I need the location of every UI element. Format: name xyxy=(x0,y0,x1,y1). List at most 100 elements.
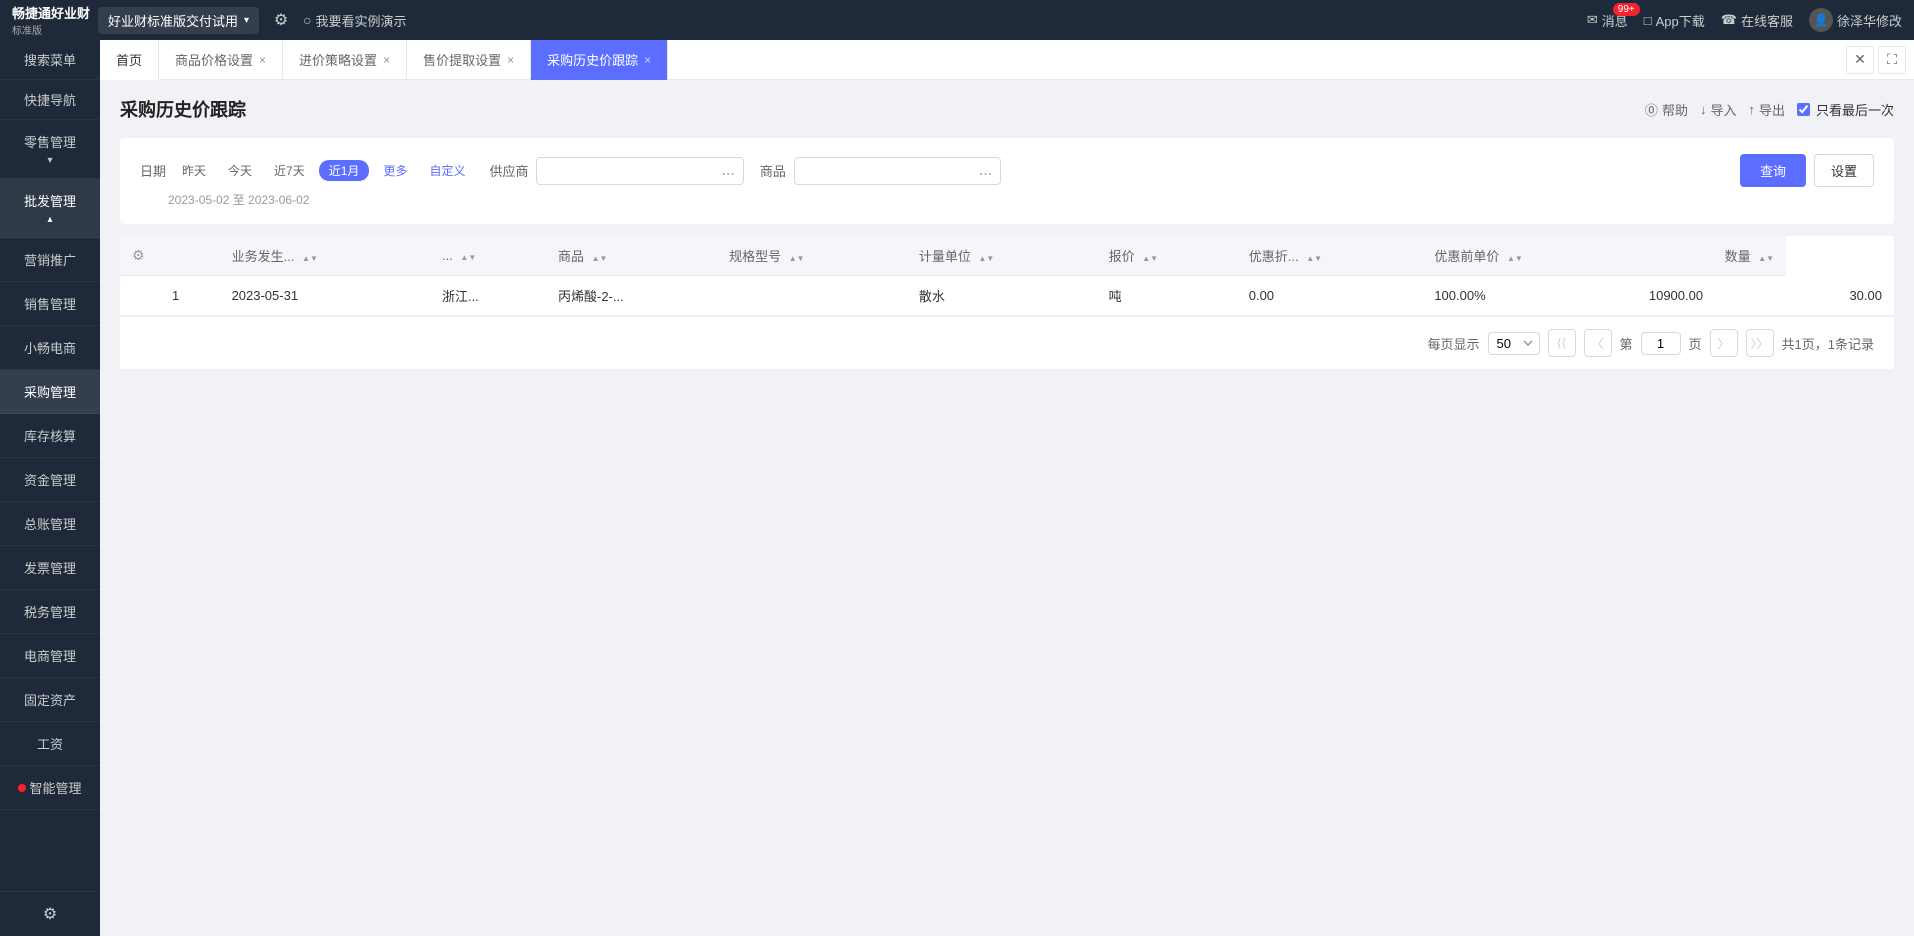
cell-extra: 浙江... xyxy=(430,276,546,316)
first-page-button[interactable]: ⟨⟨ xyxy=(1548,329,1576,357)
sidebar-gear-icon[interactable]: ⚙ xyxy=(0,891,100,936)
last-only-checkbox-label[interactable]: 只看最后一次 xyxy=(1797,100,1894,119)
supplier-dots-icon[interactable]: ... xyxy=(721,162,734,180)
tab-purchase-strategy[interactable]: 进价策略设置 × xyxy=(283,40,407,80)
cell-index: 1 xyxy=(160,276,220,316)
tab-goods-price-label: 商品价格设置 xyxy=(175,50,253,69)
goods-input[interactable] xyxy=(803,163,979,178)
sidebar-item-sales[interactable]: 销售管理 xyxy=(0,282,100,326)
app-download-button[interactable]: □ App下载 xyxy=(1644,11,1705,30)
sidebar-item-smart[interactable]: 智能管理 xyxy=(0,766,100,810)
sidebar-item-assets[interactable]: 固定资产 xyxy=(0,678,100,722)
data-table: ⚙ 业务发生... ▲▼ ... ▲▼ xyxy=(120,236,1894,316)
online-support-button[interactable]: ☎ 在线客服 xyxy=(1721,11,1793,30)
tab-close-icon[interactable]: × xyxy=(383,53,390,67)
col-header-discount[interactable]: 优惠折... ▲▼ xyxy=(1237,236,1423,276)
sidebar-item-label: 零售管理 xyxy=(24,132,76,151)
sidebar-item-tax[interactable]: 税务管理 xyxy=(0,590,100,634)
import-button[interactable]: ↓ 导入 xyxy=(1700,100,1737,119)
tab-goods-price[interactable]: 商品价格设置 × xyxy=(159,40,283,80)
sidebar-item-retail[interactable]: 零售管理 ▾ xyxy=(0,120,100,179)
col-header-quantity[interactable]: 数量 ▲▼ xyxy=(1637,236,1786,276)
supplier-filter: 供应商 ... xyxy=(489,157,743,185)
col-header-date[interactable]: 业务发生... ▲▼ xyxy=(220,236,430,276)
col-header-price-before[interactable]: 优惠前单价 ▲▼ xyxy=(1422,236,1637,276)
col-header-quote[interactable]: 报价 ▲▼ xyxy=(1097,236,1237,276)
page-size-select[interactable]: 10 20 50 100 xyxy=(1488,332,1540,355)
tab-close-icon[interactable]: × xyxy=(259,53,266,67)
goods-input-wrap[interactable]: ... xyxy=(794,157,1001,185)
date-custom-btn[interactable]: 自定义 xyxy=(421,160,473,181)
user-profile-button[interactable]: 👤 徐泽华修改 xyxy=(1809,8,1902,32)
sidebar-item-ledger[interactable]: 总账管理 xyxy=(0,502,100,546)
sidebar-item-invoice[interactable]: 发票管理 xyxy=(0,546,100,590)
avatar: 👤 xyxy=(1809,8,1833,32)
chevron-down-icon: ▾ xyxy=(47,155,52,166)
version-selector[interactable]: 好业财标准版交付试用 ▾ xyxy=(98,7,259,34)
goods-dots-icon[interactable]: ... xyxy=(979,162,992,180)
sidebar-item-label: 库存核算 xyxy=(24,426,76,445)
goods-filter: 商品 ... xyxy=(760,157,1001,185)
sidebar-quicknav[interactable]: 快捷导航 xyxy=(0,80,100,120)
page-content: 采购历史价跟踪 ⓪ 帮助 ↓ 导入 ↑ 导出 xyxy=(100,80,1914,936)
sidebar-item-label: 发票管理 xyxy=(24,558,76,577)
sidebar-item-purchase[interactable]: 采购管理 xyxy=(0,370,100,414)
query-button[interactable]: 查询 xyxy=(1740,154,1806,187)
sidebar-item-label: 电商管理 xyxy=(24,646,76,665)
sidebar-item-label: 批发管理 xyxy=(24,191,76,210)
sidebar-item-wholesale[interactable]: 批发管理 ▴ xyxy=(0,179,100,238)
message-button[interactable]: ✉ 消息 99+ xyxy=(1587,11,1628,30)
date-label: 日期 xyxy=(140,161,166,180)
tab-expand-button[interactable]: ⛶ xyxy=(1878,46,1906,74)
sort-icon: ▲▼ xyxy=(789,255,805,263)
next-page-button[interactable]: 〉 xyxy=(1710,329,1738,357)
help-label: 帮助 xyxy=(1662,100,1688,119)
version-selector-text: 好业财标准版交付试用 xyxy=(108,11,238,30)
page-number-input[interactable] xyxy=(1641,332,1681,355)
tab-home[interactable]: 首页 xyxy=(100,40,159,80)
col-header-goods[interactable]: 商品 ▲▼ xyxy=(546,236,717,276)
prev-page-button[interactable]: 〈 xyxy=(1584,329,1612,357)
sidebar-item-label: 小畅电商 xyxy=(24,338,76,357)
last-page-button[interactable]: 〉〉 xyxy=(1746,329,1774,357)
sidebar-item-inventory[interactable]: 库存核算 xyxy=(0,414,100,458)
settings-button[interactable]: 设置 xyxy=(1814,154,1874,187)
tab-close-icon[interactable]: × xyxy=(507,53,514,67)
tab-sale-price[interactable]: 售价提取设置 × xyxy=(407,40,531,80)
export-button[interactable]: ↑ 导出 xyxy=(1748,100,1785,119)
settings-icon[interactable]: ⚙ xyxy=(267,6,295,34)
sidebar-item-label: 固定资产 xyxy=(24,690,76,709)
app-logo: 畅捷通好业财 标准版 xyxy=(12,3,90,37)
date-last1month-btn[interactable]: 近1月 xyxy=(319,160,370,181)
sidebar-search[interactable]: 搜索菜单 xyxy=(0,40,100,80)
supplier-input[interactable] xyxy=(545,163,721,178)
date-filter: 日期 昨天 今天 近7天 近1月 更多 自定义 xyxy=(140,160,473,181)
sidebar-item-marketing[interactable]: 营销推广 xyxy=(0,238,100,282)
col-header-gear: ⚙ xyxy=(120,236,160,276)
date-last7-btn[interactable]: 近7天 xyxy=(266,160,313,181)
last-only-checkbox[interactable] xyxy=(1797,103,1810,116)
tab-close-window-button[interactable]: ✕ xyxy=(1846,46,1874,74)
column-settings-icon[interactable]: ⚙ xyxy=(132,247,145,263)
goods-label: 商品 xyxy=(760,161,786,180)
tab-purchase-history[interactable]: 采购历史价跟踪 × xyxy=(531,40,668,80)
sort-icon: ▲▼ xyxy=(302,255,318,263)
sort-icon: ▲▼ xyxy=(979,255,995,263)
sidebar-item-finance[interactable]: 资金管理 xyxy=(0,458,100,502)
sort-icon: ▲▼ xyxy=(1758,255,1774,263)
sidebar-item-label: 资金管理 xyxy=(24,470,76,489)
sidebar-item-ecommerce[interactable]: 电商管理 xyxy=(0,634,100,678)
col-header-extra[interactable]: ... ▲▼ xyxy=(430,236,546,276)
date-yesterday-btn[interactable]: 昨天 xyxy=(174,160,214,181)
tab-close-icon[interactable]: × xyxy=(644,53,651,67)
demo-button[interactable]: ○ 我要看实例演示 xyxy=(303,11,406,30)
sidebar-item-salary[interactable]: 工资 xyxy=(0,722,100,766)
sidebar-item-ecommerce-small[interactable]: 小畅电商 xyxy=(0,326,100,370)
col-header-spec[interactable]: 规格型号 ▲▼ xyxy=(717,236,907,276)
supplier-input-wrap[interactable]: ... xyxy=(536,157,743,185)
date-more-btn[interactable]: 更多 xyxy=(375,160,415,181)
date-today-btn[interactable]: 今天 xyxy=(220,160,260,181)
help-button[interactable]: ⓪ 帮助 xyxy=(1645,100,1688,119)
col-header-unit[interactable]: 计量单位 ▲▼ xyxy=(907,236,1097,276)
user-name: 徐泽华修改 xyxy=(1837,11,1902,30)
